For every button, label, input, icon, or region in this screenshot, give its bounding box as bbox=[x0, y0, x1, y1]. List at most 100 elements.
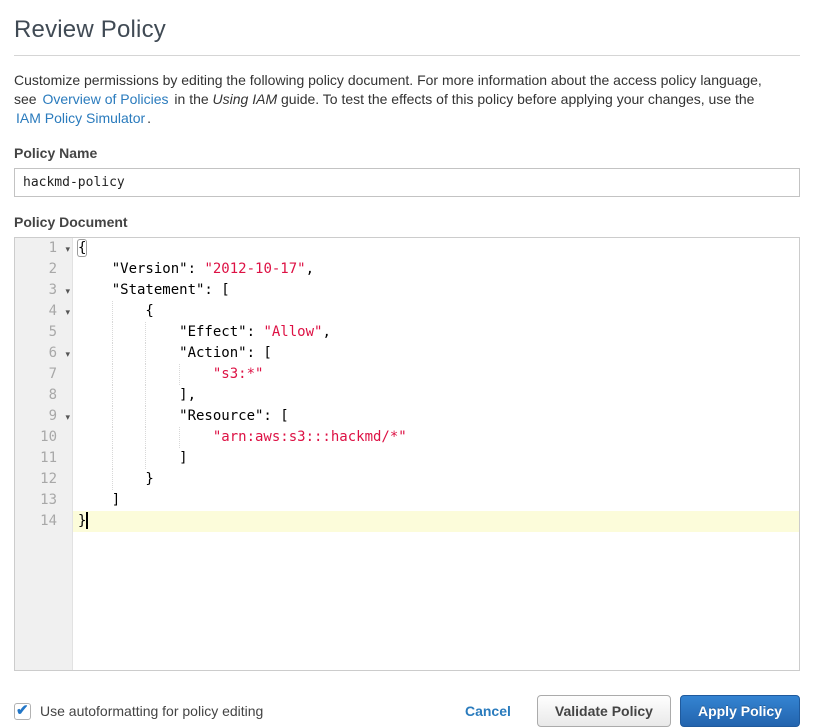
indent-guide bbox=[112, 406, 113, 427]
using-iam-guide-name: Using IAM bbox=[213, 91, 278, 107]
text-cursor bbox=[86, 512, 88, 529]
autoformat-label: Use autoformatting for policy editing bbox=[40, 703, 263, 719]
editor-line-gutter: 6▾ bbox=[15, 343, 73, 364]
intro-text: guide. To test the effects of this polic… bbox=[277, 91, 754, 107]
line-number: 13 bbox=[40, 492, 57, 508]
policy-editor-lines[interactable]: 1▾{2 "Version": "2012-10-17",3▾ "Stateme… bbox=[15, 238, 799, 532]
line-number: 9 bbox=[49, 408, 57, 424]
indent-guide bbox=[179, 427, 180, 448]
editor-line-gutter: 12 bbox=[15, 469, 73, 490]
editor-line[interactable]: 5 "Effect": "Allow", bbox=[15, 322, 799, 343]
page-title: Review Policy bbox=[14, 14, 800, 44]
indent-guide bbox=[145, 364, 146, 385]
indent-guide bbox=[112, 322, 113, 343]
editor-line-gutter: 7 bbox=[15, 364, 73, 385]
fold-toggle-icon[interactable]: ▾ bbox=[65, 407, 70, 428]
line-number: 8 bbox=[49, 387, 57, 403]
policy-document-label: Policy Document bbox=[14, 214, 800, 230]
fold-toggle-icon[interactable]: ▾ bbox=[65, 281, 70, 302]
line-number: 14 bbox=[40, 513, 57, 529]
policy-name-label: Policy Name bbox=[14, 145, 800, 161]
fold-toggle-icon[interactable]: ▾ bbox=[65, 302, 70, 323]
editor-line-content[interactable]: "Resource": [ bbox=[73, 406, 799, 427]
indent-guide bbox=[112, 448, 113, 469]
editor-line-content[interactable]: "s3:*" bbox=[73, 364, 799, 385]
indent-guide bbox=[145, 406, 146, 427]
line-number: 10 bbox=[40, 429, 57, 445]
code-token: "Effect": bbox=[78, 324, 263, 340]
code-token: , bbox=[322, 324, 330, 340]
autoformat-option: ✔ Use autoformatting for policy editing bbox=[14, 703, 263, 720]
code-token: "Resource": [ bbox=[78, 408, 289, 424]
validate-policy-button[interactable]: Validate Policy bbox=[537, 695, 671, 727]
code-string-token: "Allow" bbox=[263, 324, 322, 340]
line-number: 2 bbox=[49, 261, 57, 277]
indent-guide bbox=[145, 427, 146, 448]
code-token: ], bbox=[78, 387, 196, 403]
policy-document-editor[interactable]: 1▾{2 "Version": "2012-10-17",3▾ "Stateme… bbox=[14, 237, 800, 671]
indent-guide bbox=[112, 427, 113, 448]
editor-line[interactable]: 12 } bbox=[15, 469, 799, 490]
editor-line[interactable]: 3▾ "Statement": [ bbox=[15, 280, 799, 301]
editor-line-content[interactable]: } bbox=[73, 469, 799, 490]
editor-line-gutter: 14 bbox=[15, 511, 73, 532]
line-number: 7 bbox=[49, 366, 57, 382]
editor-line-gutter: 10 bbox=[15, 427, 73, 448]
editor-line-gutter: 1▾ bbox=[15, 238, 73, 259]
editor-line-content[interactable]: { bbox=[73, 238, 799, 259]
footer-action-bar: ✔ Use autoformatting for policy editing … bbox=[14, 695, 800, 727]
editor-line-content[interactable]: ] bbox=[73, 448, 799, 469]
editor-line-gutter: 2 bbox=[15, 259, 73, 280]
editor-line[interactable]: 13 ] bbox=[15, 490, 799, 511]
overview-of-policies-link[interactable]: Overview of Policies bbox=[40, 91, 170, 107]
indent-guide bbox=[145, 448, 146, 469]
fold-toggle-icon[interactable]: ▾ bbox=[65, 239, 70, 260]
review-policy-page: Review Policy Customize permissions by e… bbox=[0, 0, 814, 727]
line-number: 1 bbox=[49, 240, 57, 256]
editor-line-gutter: 5 bbox=[15, 322, 73, 343]
autoformat-checkbox[interactable]: ✔ bbox=[14, 703, 31, 720]
editor-line-gutter: 4▾ bbox=[15, 301, 73, 322]
editor-line-gutter: 9▾ bbox=[15, 406, 73, 427]
editor-line[interactable]: 2 "Version": "2012-10-17", bbox=[15, 259, 799, 280]
intro-text: . bbox=[147, 110, 151, 126]
editor-line-content[interactable]: "Version": "2012-10-17", bbox=[73, 259, 799, 280]
editor-line-content[interactable]: ] bbox=[73, 490, 799, 511]
code-token: "Version": bbox=[78, 261, 204, 277]
indent-guide bbox=[112, 343, 113, 364]
editor-line[interactable]: 8 ], bbox=[15, 385, 799, 406]
fold-toggle-icon[interactable]: ▾ bbox=[65, 344, 70, 365]
intro-text: see bbox=[14, 91, 40, 107]
indent-guide bbox=[112, 385, 113, 406]
editor-line[interactable]: 14} bbox=[15, 511, 799, 532]
policy-name-input[interactable] bbox=[14, 168, 800, 197]
iam-policy-simulator-link[interactable]: IAM Policy Simulator bbox=[14, 110, 147, 126]
line-number: 6 bbox=[49, 345, 57, 361]
intro-paragraph: Customize permissions by editing the fol… bbox=[14, 71, 800, 128]
line-number: 4 bbox=[49, 303, 57, 319]
editor-line-gutter: 3▾ bbox=[15, 280, 73, 301]
editor-line-gutter: 11 bbox=[15, 448, 73, 469]
editor-line[interactable]: 1▾{ bbox=[15, 238, 799, 259]
editor-line[interactable]: 6▾ "Action": [ bbox=[15, 343, 799, 364]
intro-text: Customize permissions by editing the fol… bbox=[14, 72, 762, 88]
code-token: } bbox=[78, 513, 86, 529]
editor-line[interactable]: 4▾ { bbox=[15, 301, 799, 322]
editor-line-content[interactable]: "arn:aws:s3:::hackmd/*" bbox=[73, 427, 799, 448]
editor-line-content[interactable]: } bbox=[73, 511, 799, 532]
editor-line[interactable]: 7 "s3:*" bbox=[15, 364, 799, 385]
code-token: , bbox=[306, 261, 314, 277]
editor-line-content[interactable]: "Action": [ bbox=[73, 343, 799, 364]
indent-guide bbox=[145, 385, 146, 406]
apply-policy-button[interactable]: Apply Policy bbox=[680, 695, 800, 727]
editor-line-content[interactable]: ], bbox=[73, 385, 799, 406]
code-token: ] bbox=[78, 450, 188, 466]
editor-line-content[interactable]: { bbox=[73, 301, 799, 322]
editor-line[interactable]: 9▾ "Resource": [ bbox=[15, 406, 799, 427]
line-number: 12 bbox=[40, 471, 57, 487]
editor-line-content[interactable]: "Effect": "Allow", bbox=[73, 322, 799, 343]
editor-line-content[interactable]: "Statement": [ bbox=[73, 280, 799, 301]
editor-line[interactable]: 10 "arn:aws:s3:::hackmd/*" bbox=[15, 427, 799, 448]
cancel-link[interactable]: Cancel bbox=[465, 703, 511, 719]
editor-line[interactable]: 11 ] bbox=[15, 448, 799, 469]
